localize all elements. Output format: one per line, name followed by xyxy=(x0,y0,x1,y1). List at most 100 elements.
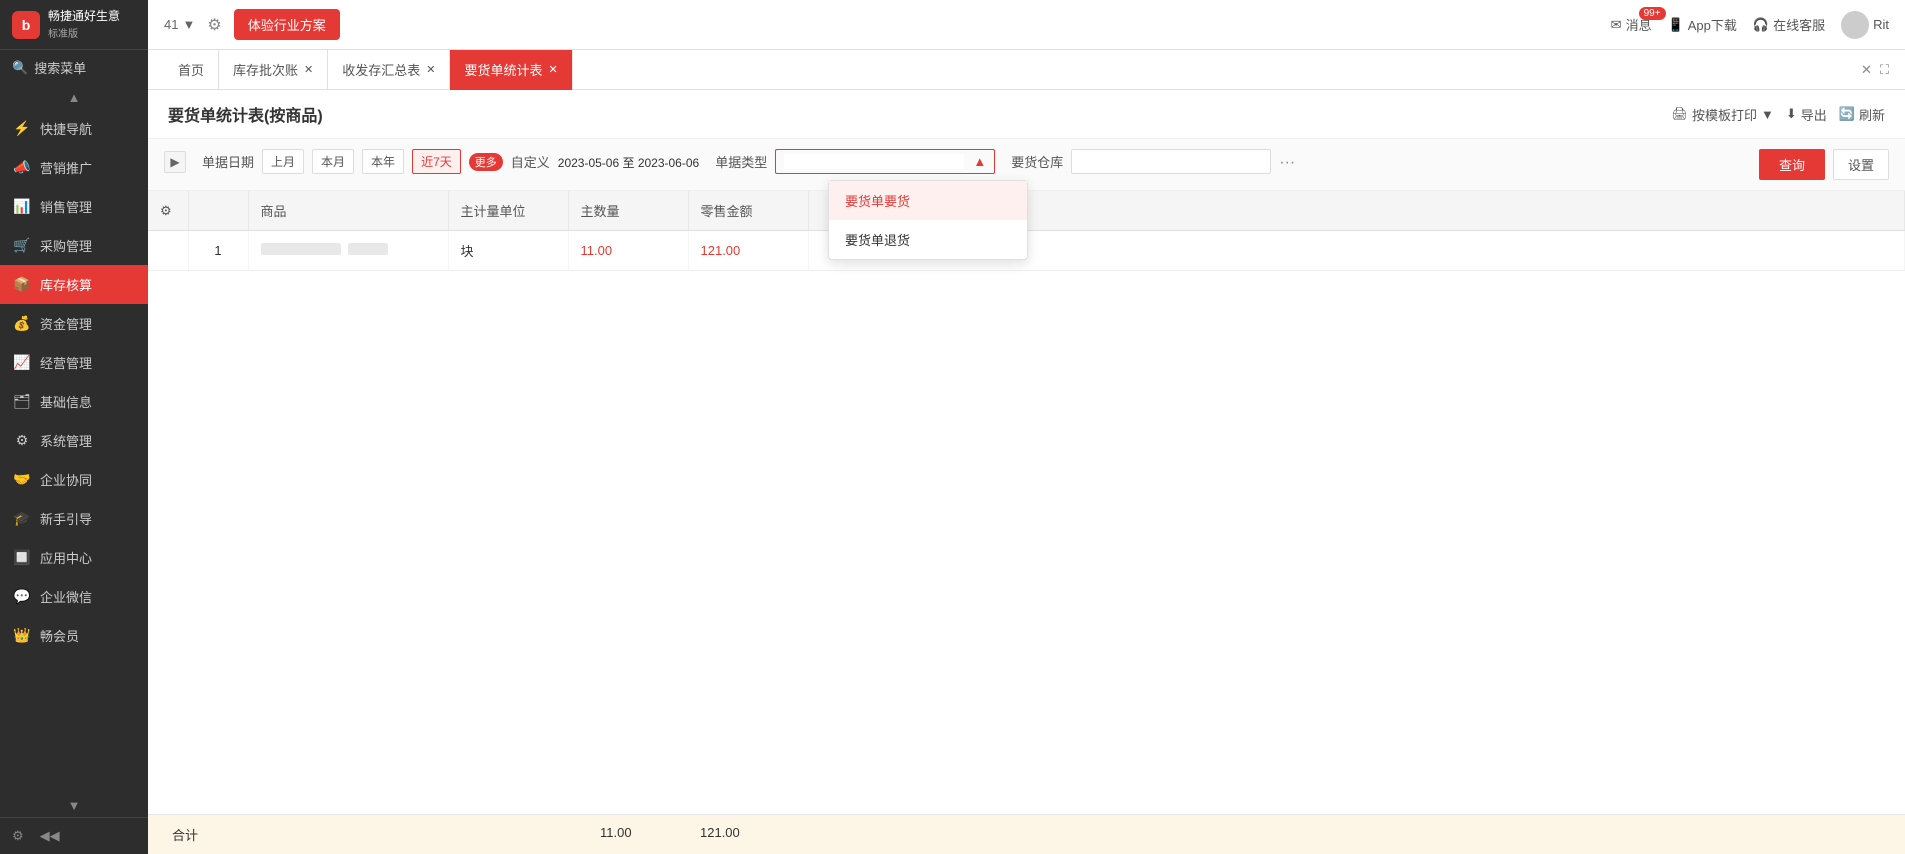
app-center-icon: 🔲 xyxy=(12,549,32,566)
type-filter-label: 单据类型 xyxy=(715,152,767,171)
dropdown-item-requisition-order[interactable]: 要货单要货 xyxy=(829,181,1027,220)
col-product: 商品 xyxy=(248,191,448,231)
col-settings[interactable]: ⚙ xyxy=(148,191,188,231)
tab-shipping-summary-close[interactable]: ✕ xyxy=(426,63,435,76)
sidebar-item-quick-nav[interactable]: ⚡ 快捷导航 xyxy=(0,109,148,148)
tab-requisition-stats[interactable]: 要货单统计表 ✕ xyxy=(450,50,572,90)
tab-batch-inventory-close[interactable]: ✕ xyxy=(304,63,313,76)
date-last-month-btn[interactable]: 上月 xyxy=(262,149,304,174)
sales-icon: 📊 xyxy=(12,198,32,215)
window-maximize-icon[interactable]: ⛶ xyxy=(1880,62,1889,78)
sidebar-item-inventory[interactable]: 📦 库存核算 xyxy=(0,265,148,304)
warehouse-more-btn[interactable]: ··· xyxy=(1279,154,1295,172)
tabs-bar: 首页 库存批次账 ✕ 收发存汇总表 ✕ 要货单统计表 ✕ ✕ ⛶ xyxy=(148,50,1905,90)
refresh-btn[interactable]: 🔄 刷新 xyxy=(1839,105,1885,124)
date-this-month-btn[interactable]: 本月 xyxy=(312,149,354,174)
page-content: 要货单统计表(按商品) 🖨 按模板打印 ▼ ⬇ 导出 🔄 刷新 ▶ xyxy=(148,90,1905,854)
cell-amount: 121.00 xyxy=(688,231,808,271)
topbar-actions: ✉ 消息 99+ 📱 App下载 🎧 在线客服 Rit xyxy=(1611,11,1889,39)
sidebar-item-enterprise-wx[interactable]: 💬 企业微信 xyxy=(0,577,148,616)
sidebar: b 畅捷通好生意 标准版 🔍 搜索菜单 ▲ ⚡ 快捷导航 📣 营销推广 📊 销售… xyxy=(0,0,148,854)
warehouse-input-field[interactable] xyxy=(1071,149,1271,174)
online-service-btn[interactable]: 🎧 在线客服 xyxy=(1753,15,1825,34)
messages-badge: 99+ xyxy=(1639,7,1666,20)
date-last-7days-btn[interactable]: 近7天 xyxy=(412,149,461,174)
footer-amount: 121.00 xyxy=(700,825,800,844)
topbar: 41 ▼ ⚙ 体验行业方案 ✉ 消息 99+ 📱 App下载 🎧 在线客服 Ri… xyxy=(148,0,1905,50)
sidebar-item-guide[interactable]: 🎓 新手引导 xyxy=(0,499,148,538)
date-filter-label: 单据日期 xyxy=(202,152,254,171)
product-placeholder2 xyxy=(348,243,388,255)
type-dropdown-arrow[interactable]: ▲ xyxy=(973,154,986,169)
trial-btn[interactable]: 体验行业方案 xyxy=(234,9,340,40)
date-filter-group: 单据日期 上月 本月 本年 近7天 更多 自定义 2023-05-06 至 20… xyxy=(202,149,699,174)
sidebar-item-cooperation[interactable]: 🤝 企业协同 xyxy=(0,460,148,499)
tab-shipping-summary[interactable]: 收发存汇总表 ✕ xyxy=(328,50,450,90)
date-custom-label[interactable]: 自定义 xyxy=(511,152,550,171)
sidebar-item-label: 库存核算 xyxy=(40,275,92,294)
collapse-icon[interactable]: ◀◀ xyxy=(40,828,60,844)
settings-btn[interactable]: 设置 xyxy=(1833,149,1889,180)
tab-requisition-stats-close[interactable]: ✕ xyxy=(549,63,558,76)
cell-unit: 块 xyxy=(448,231,568,271)
sidebar-scroll-up[interactable]: ▲ xyxy=(0,85,148,109)
sidebar-item-label: 企业协同 xyxy=(40,470,92,489)
sidebar-item-label: 销售管理 xyxy=(40,197,92,216)
type-filter-input[interactable]: ▲ xyxy=(775,149,995,174)
user-name: Rit xyxy=(1873,17,1889,32)
sidebar-item-marketing[interactable]: 📣 营销推广 xyxy=(0,148,148,187)
logo-sub: 标准版 xyxy=(48,25,120,40)
tab-shipping-summary-label: 收发存汇总表 xyxy=(342,60,420,79)
sidebar-item-purchase[interactable]: 🛒 采购管理 xyxy=(0,226,148,265)
page-header-actions: 🖨 按模板打印 ▼ ⬇ 导出 🔄 刷新 xyxy=(1671,105,1885,124)
settings-icon[interactable]: ⚙ xyxy=(12,828,24,844)
sidebar-item-system[interactable]: ⚙ 系统管理 xyxy=(0,421,148,460)
type-filter-group: 单据类型 ▲ xyxy=(715,149,995,174)
sidebar-item-membership[interactable]: 👑 畅会员 xyxy=(0,616,148,655)
cell-settings xyxy=(148,231,188,271)
sidebar-search[interactable]: 🔍 搜索菜单 xyxy=(0,50,148,85)
system-icon: ⚙ xyxy=(12,432,32,449)
window-close-icon[interactable]: ✕ xyxy=(1861,62,1872,78)
print-btn[interactable]: 🖨 按模板打印 ▼ xyxy=(1671,105,1773,124)
sidebar-item-sales[interactable]: 📊 销售管理 xyxy=(0,187,148,226)
page-title: 要货单统计表(按商品) xyxy=(168,102,323,126)
sidebar-scroll-down[interactable]: ▼ xyxy=(0,793,148,817)
window-controls: ✕ ⛶ xyxy=(1861,62,1889,78)
sidebar-item-label: 应用中心 xyxy=(40,548,92,567)
topbar-gear-icon[interactable]: ⚙ xyxy=(207,15,221,35)
app-download-btn[interactable]: 📱 App下载 xyxy=(1668,15,1737,34)
type-input-field[interactable] xyxy=(784,154,964,169)
sidebar-item-label: 快捷导航 xyxy=(40,119,92,138)
query-btn[interactable]: 查询 xyxy=(1759,149,1825,180)
export-btn[interactable]: ⬇ 导出 xyxy=(1786,105,1827,124)
logo-title: 畅捷通好生意 xyxy=(48,9,120,25)
tab-batch-inventory[interactable]: 库存批次账 ✕ xyxy=(219,50,328,90)
sidebar-item-finance[interactable]: 💰 资金管理 xyxy=(0,304,148,343)
cell-qty: 11.00 xyxy=(568,231,688,271)
sidebar-item-operation[interactable]: 📈 经营管理 xyxy=(0,343,148,382)
type-dropdown-menu: 要货单要货 要货单退货 xyxy=(828,180,1028,260)
sidebar-item-base-info[interactable]: 🗂 基础信息 xyxy=(0,382,148,421)
enterprise-wx-icon: 💬 xyxy=(12,588,32,605)
avatar-icon xyxy=(1841,11,1869,39)
warehouse-filter-group: 要货仓库 ··· xyxy=(1011,149,1295,174)
breadcrumb: 41 ▼ xyxy=(164,17,195,32)
dropdown-item-requisition-return[interactable]: 要货单退货 xyxy=(829,220,1027,259)
date-this-year-btn[interactable]: 本年 xyxy=(362,149,404,174)
sidebar-nav: ⚡ 快捷导航 📣 营销推广 📊 销售管理 🛒 采购管理 📦 库存核算 💰 资金管… xyxy=(0,109,148,793)
date-more-badge[interactable]: 更多 xyxy=(469,153,503,171)
tab-home[interactable]: 首页 xyxy=(164,50,219,90)
amount-link[interactable]: 121.00 xyxy=(701,243,741,258)
user-avatar[interactable]: Rit xyxy=(1841,11,1889,39)
search-label: 搜索菜单 xyxy=(34,58,86,77)
operation-icon: 📈 xyxy=(12,354,32,371)
qty-link[interactable]: 11.00 xyxy=(581,243,613,258)
page-header: 要货单统计表(按商品) 🖨 按模板打印 ▼ ⬇ 导出 🔄 刷新 xyxy=(148,90,1905,139)
filter-expand-btn[interactable]: ▶ xyxy=(164,151,186,173)
messages-btn[interactable]: ✉ 消息 99+ xyxy=(1611,15,1652,34)
search-icon: 🔍 xyxy=(12,60,28,76)
inventory-icon: 📦 xyxy=(12,276,32,293)
sidebar-item-app-center[interactable]: 🔲 应用中心 xyxy=(0,538,148,577)
cell-product xyxy=(248,231,448,271)
